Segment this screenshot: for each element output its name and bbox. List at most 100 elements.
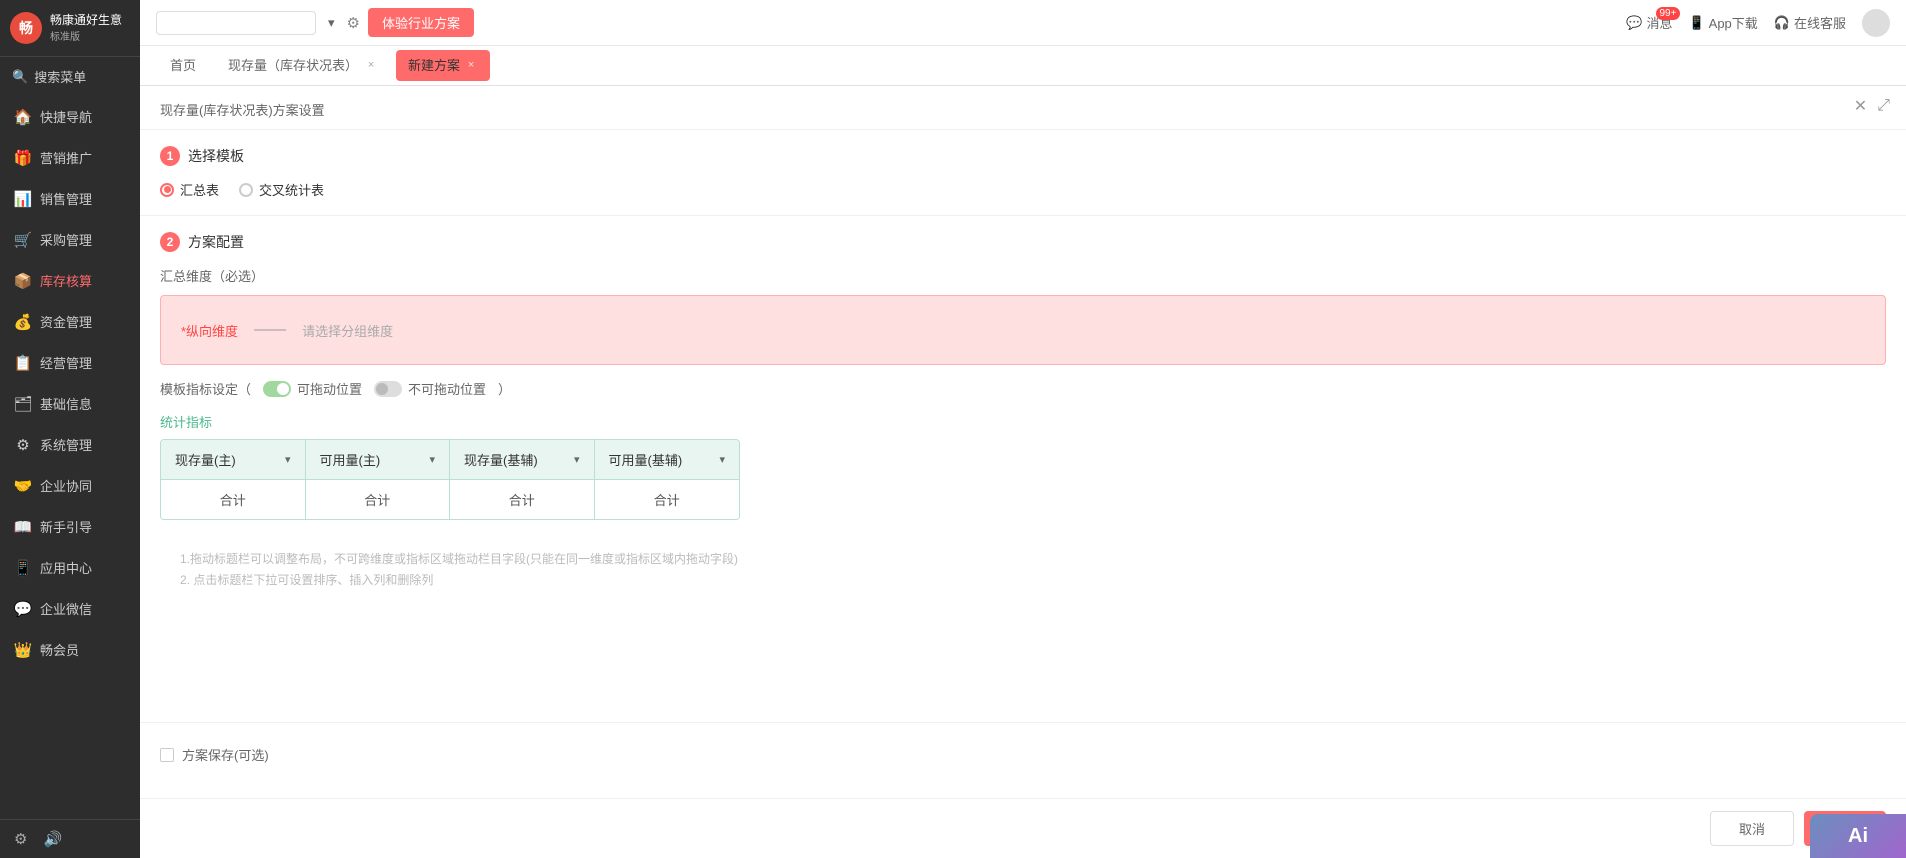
dimension-placeholder: 请选择分组维度 xyxy=(302,321,393,340)
ai-badge[interactable]: Ai xyxy=(1810,814,1906,858)
app-logo-icon: 畅 xyxy=(10,12,42,44)
topbar-right: 💬 消息 99+ 📱 App下载 🎧 在线客服 xyxy=(1626,9,1890,37)
expand-panel-icon[interactable]: ⤢ xyxy=(1877,97,1890,115)
sidebar-item-cooperation[interactable]: 🤝 企业协同 xyxy=(0,465,140,506)
sidebar-search-label: 搜索菜单 xyxy=(34,67,86,86)
dimension-required: *纵向维度 xyxy=(181,321,238,340)
stat-cell-0: 合计 xyxy=(161,480,306,519)
sidebar-item-system[interactable]: ⚙ 系统管理 xyxy=(0,424,140,465)
sidebar-item-label: 基础信息 xyxy=(40,394,92,413)
content-area: 现存量(库存状况表)方案设置 ✕ ⤢ 1 选择模板 汇总表 xyxy=(140,86,1906,858)
stat-col-1[interactable]: 可用量(主) ▾ xyxy=(306,440,451,479)
tabbar: 首页 现存量（库存状况表） × 新建方案 × xyxy=(140,46,1906,86)
stat-table-row: 合计 合计 合计 合计 xyxy=(161,479,739,519)
close-panel-icon[interactable]: ✕ xyxy=(1854,96,1867,116)
sidebar-item-label: 新手引导 xyxy=(40,517,92,536)
panel-title: 现存量(库存状况表)方案设置 xyxy=(140,86,1906,130)
step1-section: 1 选择模板 汇总表 交叉统计表 xyxy=(140,130,1906,216)
sidebar-footer: ⚙ 🔊 xyxy=(0,819,140,858)
sidebar-item-sales[interactable]: 📊 销售管理 xyxy=(0,178,140,219)
sidebar-nav: 🏠 快捷导航 🎁 营销推广 📊 销售管理 🛒 采购管理 📦 库存核算 💰 资金管… xyxy=(0,96,140,819)
sidebar-item-finance[interactable]: 💰 资金管理 xyxy=(0,301,140,342)
stat-col-2[interactable]: 现存量(基辅) ▾ xyxy=(450,440,595,479)
stat-cell-2: 合计 xyxy=(450,480,595,519)
sidebar-item-wechat[interactable]: 💬 企业微信 xyxy=(0,588,140,629)
sidebar-item-newbie[interactable]: 📖 新手引导 xyxy=(0,506,140,547)
stat-col-2-name: 现存量(基辅) xyxy=(464,450,538,469)
sidebar-item-appstore[interactable]: 📱 应用中心 xyxy=(0,547,140,588)
stat-col-0[interactable]: 现存量(主) ▾ xyxy=(161,440,306,479)
trial-button[interactable]: 体验行业方案 xyxy=(368,8,474,37)
app-download-button[interactable]: 📱 App下载 xyxy=(1688,13,1757,32)
settings-icon[interactable]: ⚙ xyxy=(14,830,27,848)
tab-new-label: 新建方案 xyxy=(408,55,460,74)
topbar-gear-icon[interactable]: ⚙ xyxy=(347,14,360,32)
msg-icon: 💬 xyxy=(1626,15,1642,31)
sidebar-item-label: 系统管理 xyxy=(40,435,92,454)
toggle-fixed: 不可拖动位置 xyxy=(374,379,486,398)
dimension-label: 汇总维度（必选） xyxy=(160,266,1886,285)
cancel-button[interactable]: 取消 xyxy=(1710,811,1794,846)
radio-summary-circle xyxy=(160,183,174,197)
stat-table: 现存量(主) ▾ 可用量(主) ▾ 现存量(基辅) ▾ xyxy=(160,439,740,520)
stat-col-3[interactable]: 可用量(基辅) ▾ xyxy=(595,440,740,479)
save-checkbox[interactable] xyxy=(160,748,174,762)
tab-inventory-status[interactable]: 现存量（库存状况表） × xyxy=(214,47,392,84)
newbie-icon: 📖 xyxy=(14,518,32,536)
tab-inventory-close[interactable]: × xyxy=(364,58,378,72)
sidebar-search[interactable]: 🔍 搜索菜单 xyxy=(0,57,140,96)
sidebar-item-purchase[interactable]: 🛒 采购管理 xyxy=(0,219,140,260)
stat-col-0-name: 现存量(主) xyxy=(175,450,236,469)
radio-cross-circle xyxy=(239,183,253,197)
sidebar-item-nav[interactable]: 🏠 快捷导航 xyxy=(0,96,140,137)
sidebar-item-inventory[interactable]: 📦 库存核算 xyxy=(0,260,140,301)
toggle-fixed-switch[interactable] xyxy=(374,381,402,397)
finance-icon: 💰 xyxy=(14,313,32,331)
step1-badge: 1 xyxy=(160,146,180,166)
tab-new-scheme[interactable]: 新建方案 × xyxy=(396,50,490,81)
stat-label: 统计指标 xyxy=(160,412,1886,431)
tab-home[interactable]: 首页 xyxy=(156,47,210,84)
user-avatar[interactable] xyxy=(1862,9,1890,37)
tab-new-close[interactable]: × xyxy=(464,58,478,72)
topbar-dropdown-btn[interactable]: ▾ xyxy=(324,13,339,33)
wechat-icon: 💬 xyxy=(14,600,32,618)
app-label: App下载 xyxy=(1709,13,1758,32)
phone-icon: 📱 xyxy=(1688,15,1704,31)
sidebar-item-label: 应用中心 xyxy=(40,558,92,577)
sidebar-item-label: 畅会员 xyxy=(40,640,79,659)
nav-icon: 🏠 xyxy=(14,108,32,126)
radio-summary[interactable]: 汇总表 xyxy=(160,180,219,199)
radio-cross-label: 交叉统计表 xyxy=(259,180,324,199)
save-label: 方案保存(可选) xyxy=(182,745,269,764)
service-label: 在线客服 xyxy=(1794,13,1846,32)
stat-cell-1: 合计 xyxy=(306,480,451,519)
service-button[interactable]: 🎧 在线客服 xyxy=(1774,13,1846,32)
stat-col-3-name: 可用量(基辅) xyxy=(609,450,683,469)
msg-button[interactable]: 💬 消息 99+ xyxy=(1626,13,1672,32)
chevron-2-icon: ▾ xyxy=(574,453,580,466)
purchase-icon: 🛒 xyxy=(14,231,32,249)
sidebar-item-label: 采购管理 xyxy=(40,230,92,249)
tab-home-label: 首页 xyxy=(170,55,196,74)
chevron-1-icon: ▾ xyxy=(429,453,435,466)
stat-cell-3: 合计 xyxy=(595,480,740,519)
chevron-0-icon: ▾ xyxy=(285,453,291,466)
radio-summary-label: 汇总表 xyxy=(180,180,219,199)
stat-section: 统计指标 现存量(主) ▾ 可用量(主) ▾ xyxy=(160,412,1886,520)
sidebar-item-member[interactable]: 👑 畅会员 xyxy=(0,629,140,670)
toggle-draggable-switch[interactable] xyxy=(263,381,291,397)
step2-section: 2 方案配置 汇总维度（必选） *纵向维度 —— 请选择分组维度 模板指标设定（… xyxy=(140,216,1906,723)
step2-title: 方案配置 xyxy=(188,232,244,252)
basic-icon: 🗂 xyxy=(14,395,32,413)
sidebar-item-basic[interactable]: 🗂 基础信息 xyxy=(0,383,140,424)
radio-cross[interactable]: 交叉统计表 xyxy=(239,180,324,199)
sidebar-item-label: 企业微信 xyxy=(40,599,92,618)
topbar-search-input[interactable] xyxy=(156,11,316,35)
toggle-draggable: 可拖动位置 xyxy=(263,379,362,398)
sidebar-item-management[interactable]: 📋 经营管理 xyxy=(0,342,140,383)
sidebar-logo: 畅 畅康通好生意 标准版 xyxy=(0,0,140,57)
sidebar-item-label: 库存核算 xyxy=(40,271,92,290)
sidebar-item-marketing[interactable]: 🎁 营销推广 xyxy=(0,137,140,178)
volume-icon[interactable]: 🔊 xyxy=(43,830,62,848)
